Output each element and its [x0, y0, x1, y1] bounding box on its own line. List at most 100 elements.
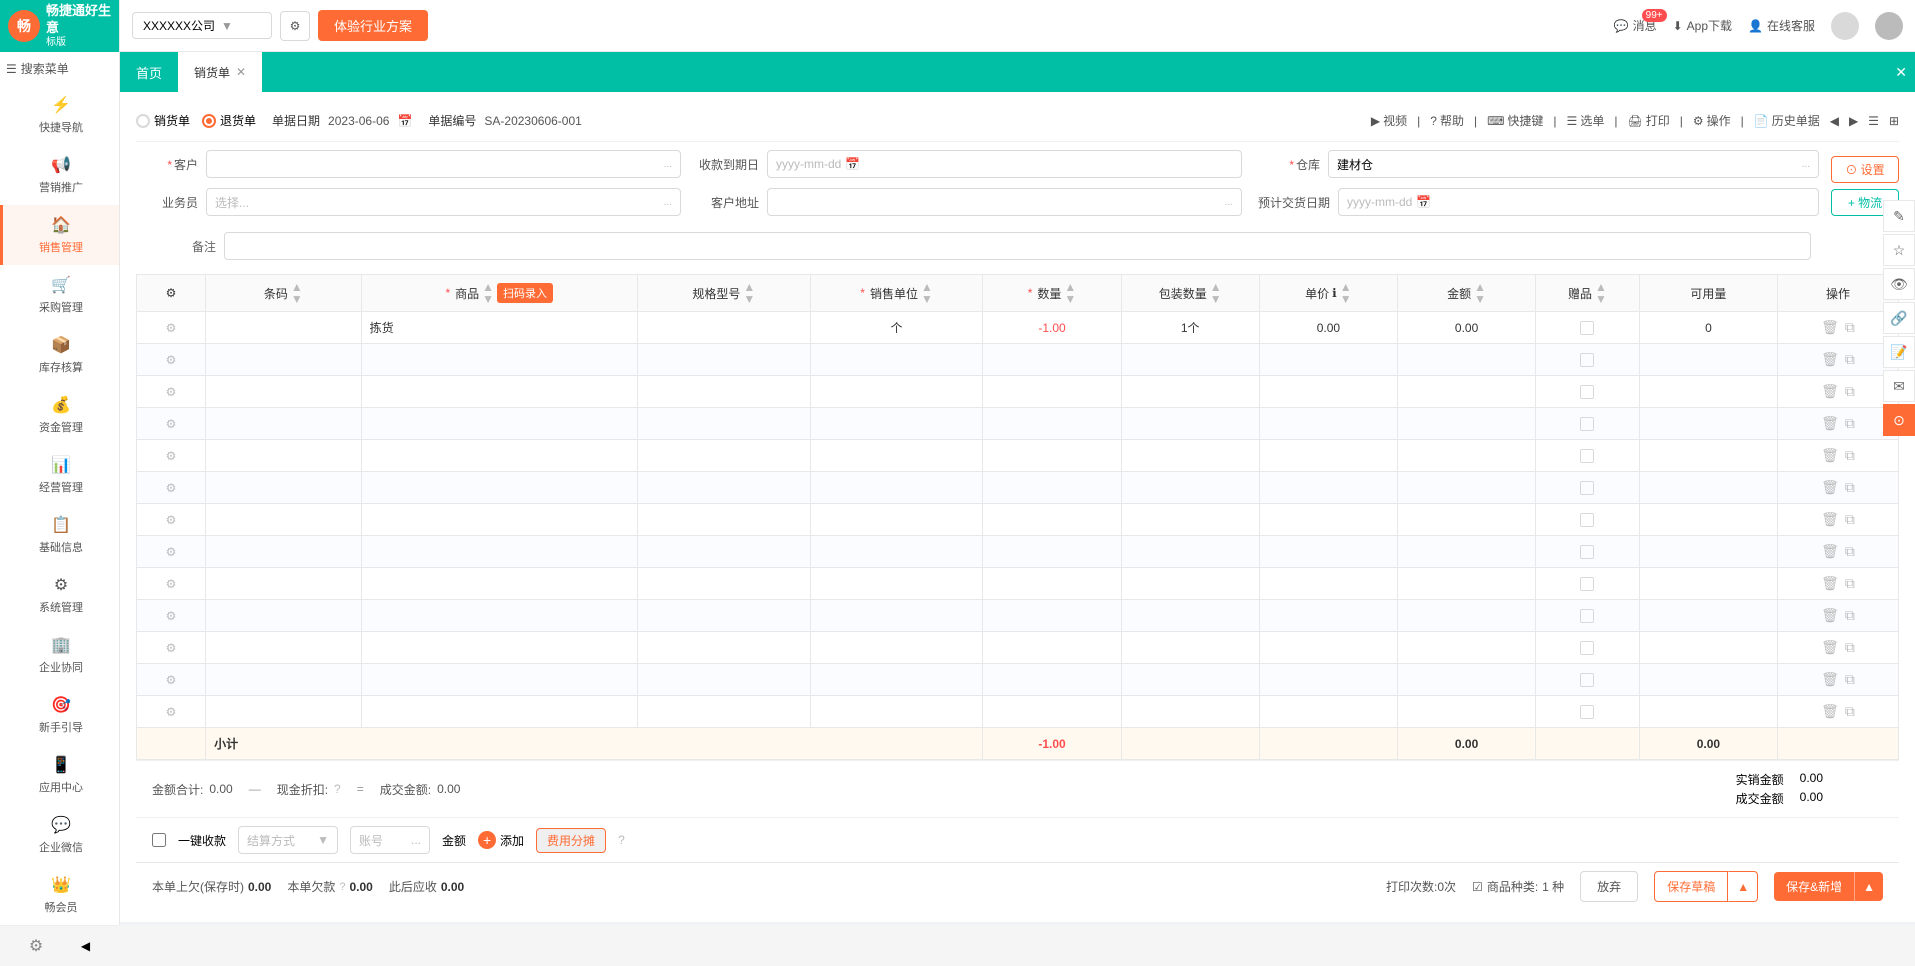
- cell-price-8[interactable]: [1259, 568, 1397, 600]
- cell-pack-3[interactable]: [1121, 408, 1259, 440]
- customer-input-box[interactable]: ...: [206, 150, 681, 178]
- view-mode-grid[interactable]: ⊞: [1889, 114, 1899, 128]
- cell-price-11[interactable]: [1259, 664, 1397, 696]
- cell-spec-2[interactable]: [637, 376, 810, 408]
- radio-return-order[interactable]: 退货单: [202, 112, 256, 129]
- th-qty[interactable]: *数量▲▼: [983, 275, 1121, 312]
- delete-icon-1[interactable]: 🗑: [1821, 351, 1839, 368]
- cell-spec-8[interactable]: [637, 568, 810, 600]
- gift-cb-4[interactable]: [1580, 449, 1594, 463]
- cell-barcode-5[interactable]: [206, 472, 361, 504]
- cell-barcode-1[interactable]: [206, 344, 361, 376]
- cell-product-8[interactable]: [361, 568, 637, 600]
- cell-qty-7[interactable]: [983, 536, 1121, 568]
- message-button[interactable]: 💬 消息 99+: [1614, 17, 1657, 34]
- cell-settings-4[interactable]: ⚙: [137, 440, 206, 472]
- cell-amount-8[interactable]: [1397, 568, 1535, 600]
- cell-barcode-3[interactable]: [206, 408, 361, 440]
- cell-product-11[interactable]: [361, 664, 637, 696]
- sidebar-item-quick-nav[interactable]: ⚡ 快捷导航: [0, 85, 119, 145]
- sidebar-item-capital[interactable]: 💰 资金管理: [0, 385, 119, 445]
- cell-unit-6[interactable]: [810, 504, 983, 536]
- cell-spec-11[interactable]: [637, 664, 810, 696]
- online-service-button[interactable]: 👤 在线客服: [1748, 17, 1815, 34]
- cell-product-9[interactable]: [361, 600, 637, 632]
- cell-barcode-8[interactable]: [206, 568, 361, 600]
- tool-print[interactable]: 🖨 打印: [1627, 112, 1669, 129]
- cell-price-5[interactable]: [1259, 472, 1397, 504]
- cell-settings-2[interactable]: ⚙: [137, 376, 206, 408]
- cell-settings-5[interactable]: ⚙: [137, 472, 206, 504]
- gift-cb-0[interactable]: [1580, 321, 1594, 335]
- sidebar-item-wechat[interactable]: 💬 企业微信: [0, 805, 119, 865]
- rt-star-icon[interactable]: ☆: [1883, 234, 1915, 266]
- cell-unit-9[interactable]: [810, 600, 983, 632]
- calendar-icon-delivery[interactable]: 📅: [1416, 195, 1431, 209]
- cell-qty-6[interactable]: [983, 504, 1121, 536]
- history-balance-question[interactable]: ?: [339, 881, 345, 893]
- sidebar-collapse-icon[interactable]: ◀: [81, 939, 90, 953]
- cell-gift-9[interactable]: [1536, 600, 1640, 632]
- cell-gift-12[interactable]: [1536, 696, 1640, 728]
- cell-product-0[interactable]: 拣货: [361, 312, 637, 344]
- gift-cb-11[interactable]: [1580, 673, 1594, 687]
- rt-mail-icon[interactable]: ✉: [1883, 370, 1915, 402]
- cell-product-10[interactable]: [361, 632, 637, 664]
- th-settings[interactable]: ⚙: [137, 275, 206, 312]
- cell-settings-7[interactable]: ⚙: [137, 536, 206, 568]
- next-record-button[interactable]: ▶: [1849, 114, 1858, 128]
- copy-icon-12[interactable]: ⧉: [1845, 703, 1855, 720]
- cell-gift-1[interactable]: [1536, 344, 1640, 376]
- cell-qty-0[interactable]: -1.00: [983, 312, 1121, 344]
- cell-qty-3[interactable]: [983, 408, 1121, 440]
- tab-close-right-icon[interactable]: ✕: [1895, 64, 1907, 81]
- cell-gift-10[interactable]: [1536, 632, 1640, 664]
- notes-input[interactable]: [224, 232, 1811, 260]
- cell-pack-8[interactable]: [1121, 568, 1259, 600]
- cell-pack-5[interactable]: [1121, 472, 1259, 504]
- gift-cb-9[interactable]: [1580, 609, 1594, 623]
- cell-amount-11[interactable]: [1397, 664, 1535, 696]
- copy-icon-3[interactable]: ⧉: [1845, 415, 1855, 432]
- rt-edit-icon[interactable]: ✎: [1883, 200, 1915, 232]
- radio-sales-order[interactable]: 销货单: [136, 112, 190, 129]
- cell-settings-1[interactable]: ⚙: [137, 344, 206, 376]
- cell-price-6[interactable]: [1259, 504, 1397, 536]
- save-new-button[interactable]: 保存&新增: [1774, 872, 1854, 901]
- sidebar-item-marketing[interactable]: 📢 营销推广: [0, 145, 119, 205]
- settings-button[interactable]: ⊙ 设置: [1831, 156, 1899, 183]
- copy-icon-2[interactable]: ⧉: [1845, 383, 1855, 400]
- th-amount[interactable]: 金额▲▼: [1397, 275, 1535, 312]
- cell-qty-4[interactable]: [983, 440, 1121, 472]
- cell-gift-6[interactable]: [1536, 504, 1640, 536]
- cell-product-5[interactable]: [361, 472, 637, 504]
- cell-qty-12[interactable]: [983, 696, 1121, 728]
- delete-icon-8[interactable]: 🗑: [1821, 575, 1839, 592]
- cell-qty-10[interactable]: [983, 632, 1121, 664]
- cell-product-4[interactable]: [361, 440, 637, 472]
- rt-orange-icon[interactable]: ⊙: [1883, 404, 1915, 436]
- tool-history[interactable]: 📄 历史单据: [1754, 112, 1820, 129]
- cell-product-2[interactable]: [361, 376, 637, 408]
- gift-cb-7[interactable]: [1580, 545, 1594, 559]
- th-pack[interactable]: 包装数量▲▼: [1121, 275, 1259, 312]
- copy-icon-9[interactable]: ⧉: [1845, 607, 1855, 624]
- cell-product-1[interactable]: [361, 344, 637, 376]
- cell-price-0[interactable]: 0.00: [1259, 312, 1397, 344]
- cell-qty-9[interactable]: [983, 600, 1121, 632]
- cell-price-4[interactable]: [1259, 440, 1397, 472]
- th-unit[interactable]: *销售单位▲▼: [810, 275, 983, 312]
- sidebar-item-enterprise[interactable]: 🏢 企业协同: [0, 625, 119, 685]
- customer-addr-input-box[interactable]: ...: [767, 188, 1242, 216]
- cell-barcode-2[interactable]: [206, 376, 361, 408]
- cell-product-3[interactable]: [361, 408, 637, 440]
- cell-pack-7[interactable]: [1121, 536, 1259, 568]
- th-product[interactable]: *商品 ▲▼ 扫码录入: [361, 275, 637, 312]
- cell-unit-2[interactable]: [810, 376, 983, 408]
- save-draft-arrow-button[interactable]: ▲: [1728, 871, 1758, 902]
- tool-select[interactable]: ☰ 选单: [1567, 112, 1605, 129]
- tool-shortcut[interactable]: ⌨ 快捷键: [1487, 112, 1543, 129]
- delete-icon-2[interactable]: 🗑: [1821, 383, 1839, 400]
- cell-pack-2[interactable]: [1121, 376, 1259, 408]
- cell-price-12[interactable]: [1259, 696, 1397, 728]
